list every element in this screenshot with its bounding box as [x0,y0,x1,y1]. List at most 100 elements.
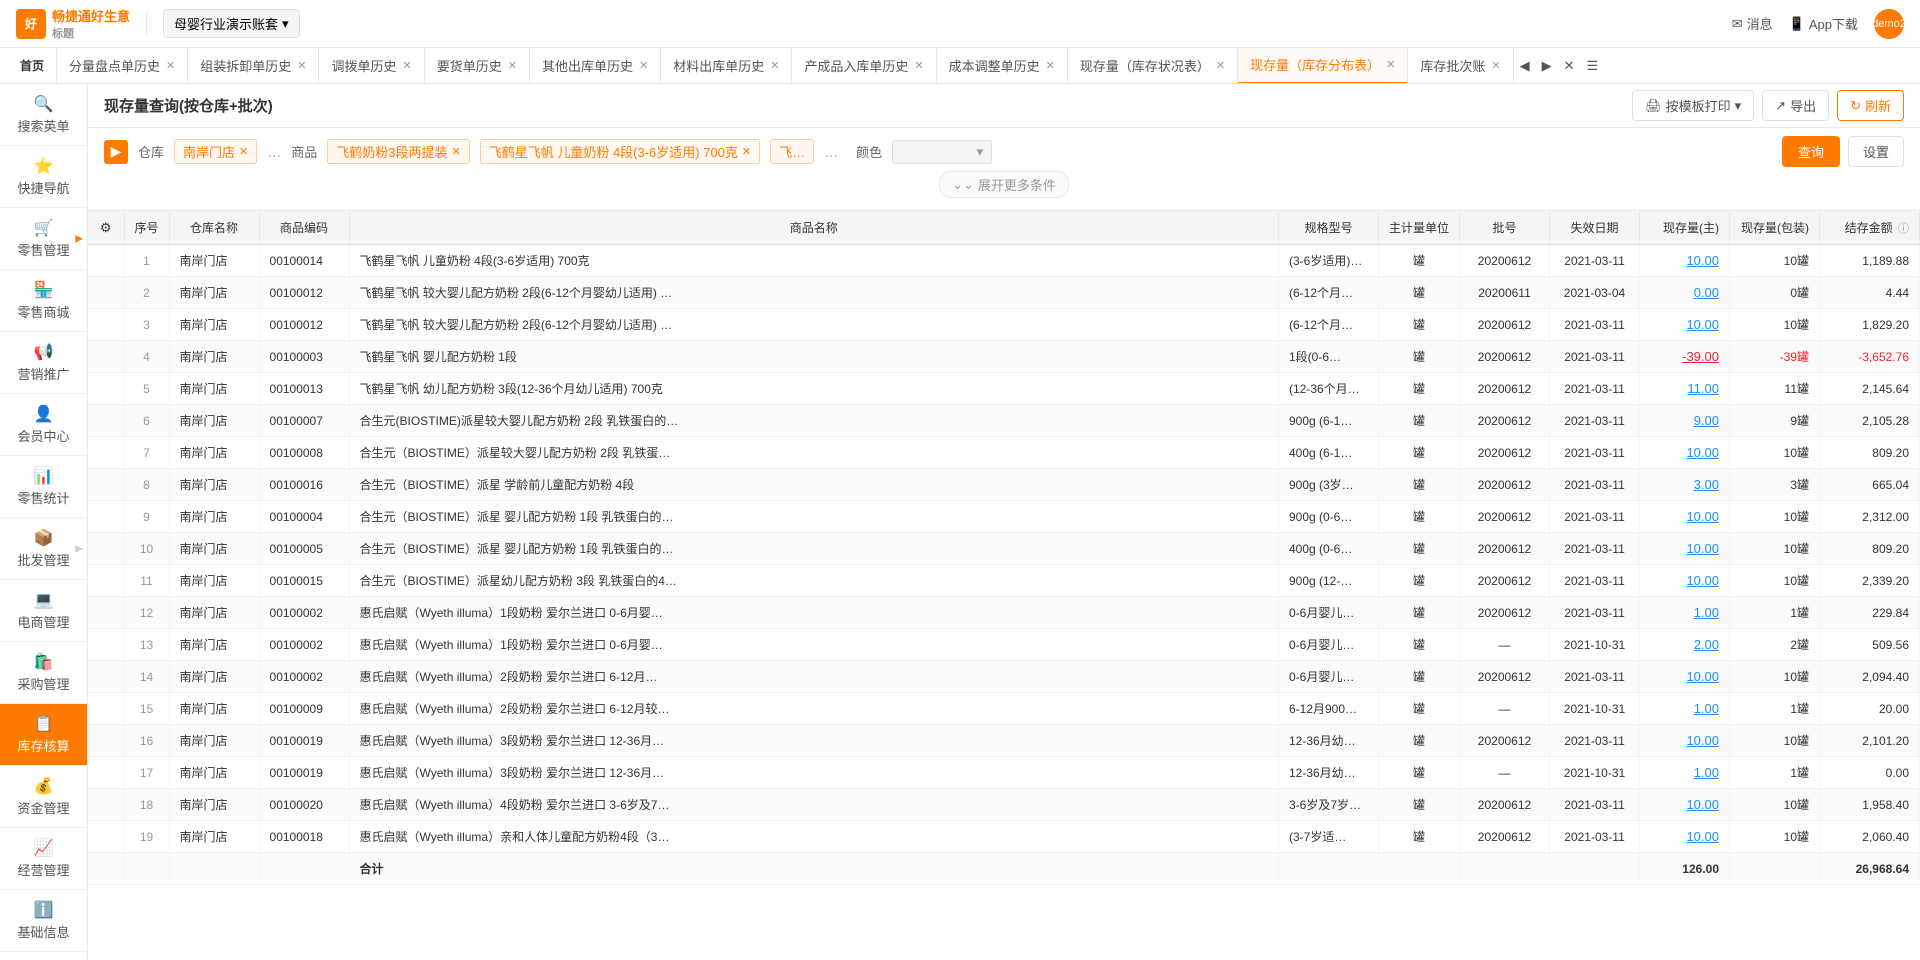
sidebar-item-retail-stats[interactable]: 📊 零售统计 [0,456,87,518]
expand-more-btn[interactable]: ⌄⌄ 展开更多条件 [939,171,1069,198]
sidebar-item-quicknav[interactable]: ⭐ 快捷导航 [0,146,87,208]
cell-spec-11: 0-6月婴儿… [1278,597,1378,629]
cell-stock-main-11[interactable]: 1.00 [1640,597,1730,629]
product-filter-tag-1[interactable]: 飞鹤奶粉3段两提装 ✕ [327,139,469,164]
cell-stock-main-1[interactable]: 0.00 [1640,277,1730,309]
sidebar-item-ecommerce-mgmt[interactable]: 💻 电商管理 [0,580,87,642]
tab-close-material-out[interactable]: ✕ [770,59,779,72]
query-btn[interactable]: 查询 [1782,136,1840,167]
export-btn[interactable]: ↗ 导出 [1762,90,1829,121]
cell-stock-main-14[interactable]: 1.00 [1640,693,1730,725]
sidebar-item-retail-mall[interactable]: 🏪 零售商城 [0,270,87,332]
cell-stock-main-15[interactable]: 10.00 [1640,725,1730,757]
cell-balance-16: 0.00 [1820,757,1920,789]
color-filter-input[interactable]: ▾ [892,140,992,164]
warehouse-dots[interactable]: … [267,144,281,160]
tab-cost-adjust-history[interactable]: 成本调整单历史 ✕ [937,48,1068,84]
product-filter-tag-more[interactable]: 飞… [770,139,814,164]
account-selector[interactable]: 母婴行业演示账套 ▾ [163,9,300,38]
app-download-btn[interactable]: 📱 App下载 [1789,14,1858,33]
cell-stock-main-4[interactable]: 11.00 [1640,373,1730,405]
filter-toggle-btn[interactable]: ▶ [104,140,128,164]
cell-unit-15: 罐 [1378,725,1459,757]
tab-close-disassemble[interactable]: ✕ [297,59,306,72]
setting-btn[interactable]: 设置 [1848,136,1904,167]
cell-stock-main-2[interactable]: 10.00 [1640,309,1730,341]
sidebar-item-finance-mgmt[interactable]: 💰 资金管理 [0,766,87,828]
cell-stock-main-7[interactable]: 3.00 [1640,469,1730,501]
cell-spec-9: 400g (0-6… [1278,533,1378,565]
page-title: 现存量查询(按仓库+批次) [104,95,273,116]
print-btn[interactable]: 🖨 按模板打印 ▾ [1632,90,1754,121]
tab-stock-status[interactable]: 现存量（库存状况表） ✕ [1068,48,1238,84]
sidebar-item-wholesale-mgmt[interactable]: 📦 批发管理 ▶ [0,518,87,580]
tab-menu-btn[interactable]: ☰ [1581,58,1605,74]
tab-product-in-history[interactable]: 产成品入库单历史 ✕ [792,48,936,84]
sidebar-item-basic-info[interactable]: ℹ️ 基础信息 [0,890,87,952]
tab-other-out-history[interactable]: 其他出库单历史 ✕ [530,48,661,84]
cell-stock-main-18[interactable]: 10.00 [1640,821,1730,853]
sidebar-item-stock-check[interactable]: 📋 库存核算 [0,704,87,766]
sidebar-item-retail-mgmt[interactable]: 🛒 零售管理 ▶ [0,208,87,270]
avatar[interactable]: demo2 [1874,9,1904,39]
cell-stock-main-6[interactable]: 10.00 [1640,437,1730,469]
sidebar-item-ops-mgmt[interactable]: 📈 经营管理 [0,828,87,890]
tab-close-cost-adjust[interactable]: ✕ [1046,59,1055,72]
balance-info-icon[interactable]: ⓘ [1898,223,1909,235]
col-stock-main: 现存量(主) [1640,211,1730,245]
cell-warehouse-17: 南岸门店 [169,789,259,821]
product-tag-2-close[interactable]: ✕ [742,145,751,158]
cell-stock-main-12[interactable]: 2.00 [1640,629,1730,661]
col-settings[interactable]: ⚙ [88,211,124,245]
sidebar-item-marketing[interactable]: 📢 营销推广 [0,332,87,394]
sidebar-item-search[interactable]: 🔍 搜索英单 [0,84,87,146]
refresh-btn[interactable]: ↻ 刷新 [1837,90,1904,121]
tab-close-stock-dist[interactable]: ✕ [1386,58,1395,71]
tab-close-mix[interactable]: ✕ [403,59,412,72]
sidebar-item-purchase-mgmt[interactable]: 🛍️ 采购管理 [0,642,87,704]
cell-stock-main-17[interactable]: 10.00 [1640,789,1730,821]
cell-product-name-6: 合生元（BIOSTIME）派星较大婴儿配方奶粉 2段 乳铁蛋… [349,437,1278,469]
tab-close-split[interactable]: ✕ [166,59,175,72]
cell-product-code-12: 00100002 [259,629,349,661]
message-btn[interactable]: ✉ 消息 [1732,14,1773,33]
settings-icon[interactable]: ⚙ [100,220,112,235]
tab-batch-account[interactable]: 库存批次账 ✕ [1408,48,1513,84]
tab-close-btn[interactable]: ✕ [1558,58,1581,74]
cell-stock-main-9[interactable]: 10.00 [1640,533,1730,565]
sidebar-item-sys-mgmt[interactable]: ⚙️ 系统管理 [0,952,87,960]
tab-close-other-out[interactable]: ✕ [639,59,648,72]
tab-split-history[interactable]: 分量盘点单历史 ✕ [57,48,188,84]
tab-close-pick[interactable]: ✕ [508,59,517,72]
product-tag-1-close[interactable]: ✕ [452,145,461,158]
cell-stock-main-5[interactable]: 9.00 [1640,405,1730,437]
cell-stock-main-13[interactable]: 10.00 [1640,661,1730,693]
cell-stock-main-0[interactable]: 10.00 [1640,245,1730,277]
cell-stock-main-3[interactable]: -39.00 [1640,341,1730,373]
product-dots[interactable]: … [824,144,838,160]
tab-material-out-history[interactable]: 材料出库单历史 ✕ [661,48,792,84]
tab-stock-dist[interactable]: 现存量（库存分布表） ✕ [1238,48,1408,84]
tab-close-product-in[interactable]: ✕ [914,59,923,72]
table-row: 2 南岸门店 00100012 飞鹤星飞帆 较大婴儿配方奶粉 2段(6-12个月… [88,277,1920,309]
cell-stock-main-10[interactable]: 10.00 [1640,565,1730,597]
cell-product-name-8: 合生元（BIOSTIME）派星 婴儿配方奶粉 1段 乳铁蛋白的… [349,501,1278,533]
warehouse-tag-close[interactable]: ✕ [239,145,248,158]
cell-stock-main-8[interactable]: 10.00 [1640,501,1730,533]
tab-close-stock-status[interactable]: ✕ [1216,59,1225,72]
tab-close-batch-account[interactable]: ✕ [1491,59,1500,72]
top-bar-left: 好 畅捷通好生意 标题 母婴行业演示账套 ▾ [16,6,300,41]
cell-batch-8: 20200612 [1460,501,1550,533]
tab-home[interactable]: 首页 [8,48,57,84]
tab-mix-history[interactable]: 调拨单历史 ✕ [319,48,424,84]
tab-disassemble-history[interactable]: 组装拆卸单历史 ✕ [188,48,319,84]
sidebar-item-member-center[interactable]: 👤 会员中心 [0,394,87,456]
cell-expire-0: 2021-03-11 [1550,245,1640,277]
cell-stock-main-16[interactable]: 1.00 [1640,757,1730,789]
retail-mgmt-icon: 🛒 [34,218,54,238]
tab-next-btn[interactable]: ▶ [1536,58,1558,74]
product-filter-tag-2[interactable]: 飞鹤星飞帆 儿童奶粉 4段(3-6岁适用) 700克 ✕ [480,139,760,164]
tab-pick-history[interactable]: 要货单历史 ✕ [425,48,530,84]
warehouse-filter-tag[interactable]: 南岸门店 ✕ [174,139,257,164]
tab-prev-btn[interactable]: ◀ [1514,58,1536,74]
